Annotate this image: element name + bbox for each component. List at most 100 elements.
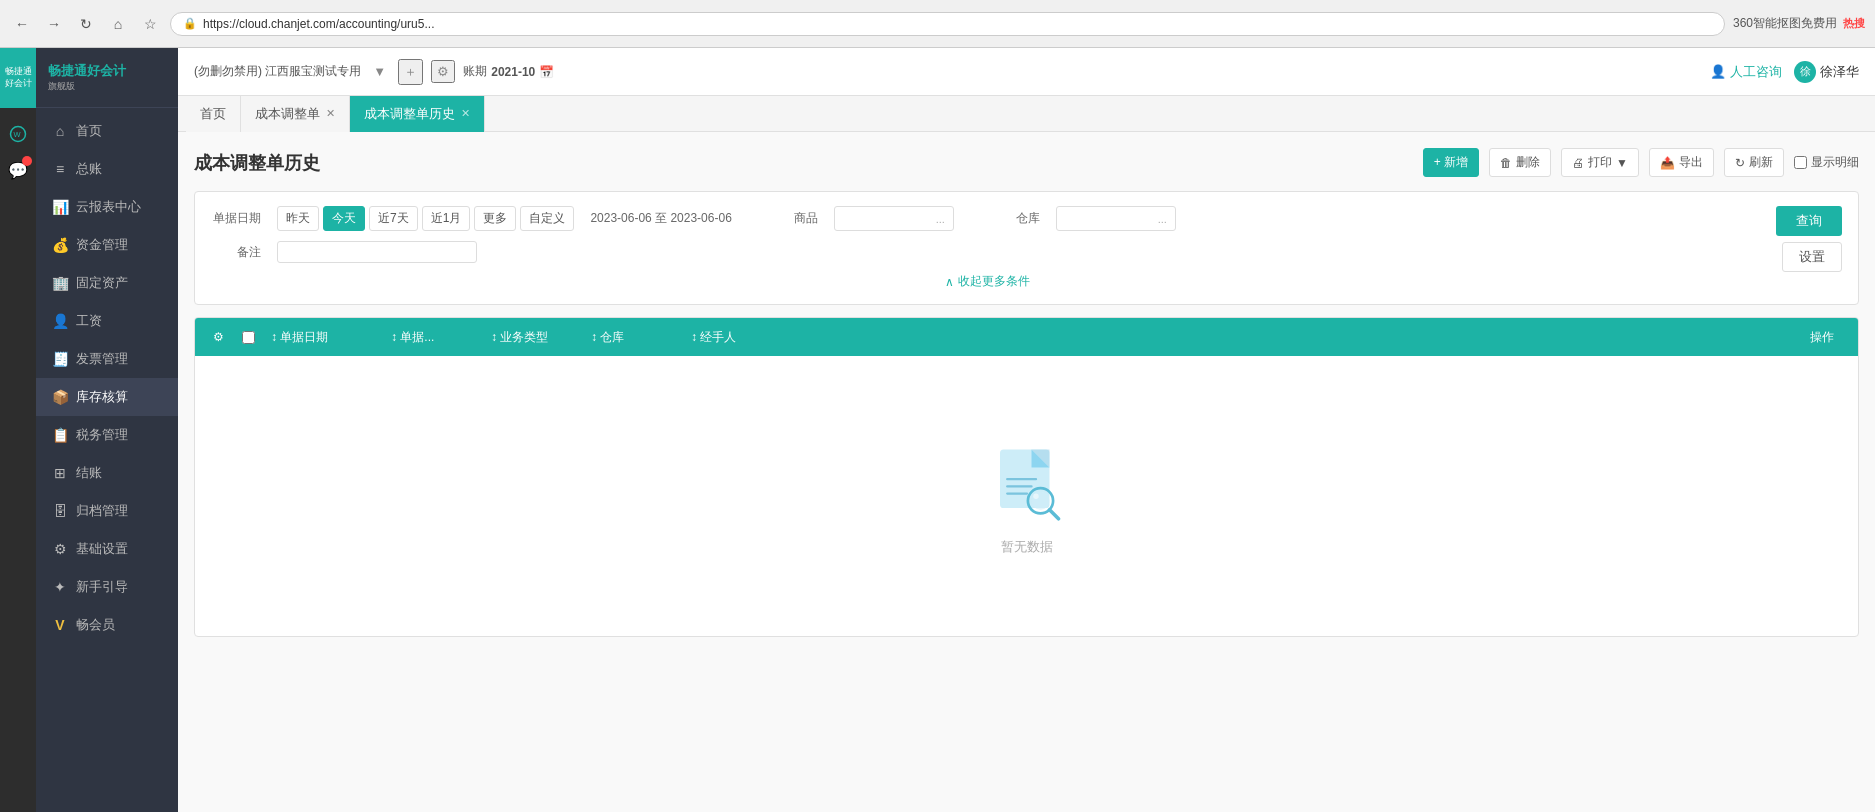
chat-badge	[22, 156, 32, 166]
sidebar-item-tax[interactable]: 📋 税务管理	[36, 416, 178, 454]
sidebar-item-member[interactable]: V 畅会员	[36, 606, 178, 644]
export-button[interactable]: 📤 导出	[1649, 148, 1714, 177]
filter-left: 单据日期 昨天 今天 近7天 近1月 更多 自定义 2023-06-06 至 2…	[211, 206, 1764, 290]
table-settings-icon[interactable]: ⚙	[203, 330, 233, 344]
th-operator-label: ↕ 经手人	[691, 329, 736, 346]
print-icon: 🖨	[1572, 156, 1584, 170]
inventory-icon: 📦	[52, 389, 68, 405]
th-operator[interactable]: ↕ 经手人	[683, 329, 803, 346]
sidebar-item-fixed-assets[interactable]: 🏢 固定资产	[36, 264, 178, 302]
collapse-btn[interactable]: ∧ 收起更多条件	[945, 273, 1030, 290]
warehouse-filter-label: 仓库	[990, 210, 1040, 227]
sidebar-label-inventory: 库存核算	[76, 388, 128, 406]
back-button[interactable]: ←	[10, 12, 34, 36]
sidebar-item-funds[interactable]: 💰 资金管理	[36, 226, 178, 264]
warehouse-dropdown[interactable]: ...	[1056, 206, 1176, 231]
page-area: 成本调整单历史 + 新增 🗑 删除 🖨 打印 ▼ 📤 导出	[178, 132, 1875, 812]
sidebar-item-invoice[interactable]: 🧾 发票管理	[36, 340, 178, 378]
th-warehouse[interactable]: ↕ 仓库	[583, 329, 683, 346]
print-button[interactable]: 🖨 打印 ▼	[1561, 148, 1639, 177]
th-type[interactable]: ↕ 业务类型	[483, 329, 583, 346]
sidebar-item-close-books[interactable]: ⊞ 结账	[36, 454, 178, 492]
note-filter-label: 备注	[211, 244, 261, 261]
bookmark-button[interactable]: ☆	[138, 12, 162, 36]
tax-icon: 📋	[52, 427, 68, 443]
sidebar-item-inventory[interactable]: 📦 库存核算	[36, 378, 178, 416]
tab-home-label: 首页	[200, 105, 226, 123]
add-company-button[interactable]: ＋	[398, 59, 423, 85]
sidebar-item-settings[interactable]: ⚙ 基础设置	[36, 530, 178, 568]
date-btn-more[interactable]: 更多	[474, 206, 516, 231]
forward-button[interactable]: →	[42, 12, 66, 36]
sidebar-item-reports[interactable]: 📊 云报表中心	[36, 188, 178, 226]
collapse-icon: ∧	[945, 275, 954, 289]
date-btn-1month[interactable]: 近1月	[422, 206, 471, 231]
iconbar-weibo[interactable]: W	[0, 116, 36, 152]
tab-cost-adjust-history[interactable]: 成本调整单历史 ✕	[350, 96, 485, 132]
sidebar-label-guide: 新手引导	[76, 578, 128, 596]
th-action-label: 操作	[1810, 329, 1834, 346]
page-title: 成本调整单历史	[194, 151, 320, 175]
tab-cost-adjust[interactable]: 成本调整单 ✕	[241, 96, 350, 132]
home-button[interactable]: ⌂	[106, 12, 130, 36]
company-dropdown-icon[interactable]: ▼	[369, 62, 390, 81]
sidebar-label-archive: 归档管理	[76, 502, 128, 520]
delete-button[interactable]: 🗑 删除	[1489, 148, 1551, 177]
th-doc[interactable]: ↕ 单据...	[383, 329, 483, 346]
tab-cost-adjust-history-close[interactable]: ✕	[461, 107, 470, 120]
th-warehouse-label: ↕ 仓库	[591, 329, 624, 346]
tab-cost-adjust-close[interactable]: ✕	[326, 107, 335, 120]
browser-tools: 360智能抠图免费用 热搜	[1733, 15, 1865, 32]
search-text: 360智能抠图免费用	[1733, 15, 1837, 32]
user-service-btn[interactable]: 👤 人工咨询	[1710, 63, 1782, 81]
date-btn-yesterday[interactable]: 昨天	[277, 206, 319, 231]
sidebar-item-home[interactable]: ⌂ 首页	[36, 112, 178, 150]
empty-text: 暂无数据	[1001, 538, 1053, 556]
sidebar-item-archive[interactable]: 🗄 归档管理	[36, 492, 178, 530]
query-button[interactable]: 查询	[1776, 206, 1842, 236]
tab-home[interactable]: 首页	[186, 96, 241, 132]
goods-dropdown[interactable]: ...	[834, 206, 954, 231]
refresh-button[interactable]: ↻	[74, 12, 98, 36]
new-button[interactable]: + 新增	[1423, 148, 1479, 177]
note-input[interactable]	[277, 241, 477, 263]
sidebar-label-home: 首页	[76, 122, 102, 140]
sidebar-item-payroll[interactable]: 👤 工资	[36, 302, 178, 340]
filter-settings-button[interactable]: 设置	[1782, 242, 1842, 272]
svg-text:W: W	[14, 130, 22, 139]
date-btn-today[interactable]: 今天	[323, 206, 365, 231]
filter-section: 单据日期 昨天 今天 近7天 近1月 更多 自定义 2023-06-06 至 2…	[211, 206, 1842, 290]
user-name-btn[interactable]: 徐 徐泽华	[1794, 61, 1859, 83]
address-bar[interactable]: 🔒 https://cloud.chanjet.com/accounting/u…	[170, 12, 1725, 36]
ledger-icon: ≡	[52, 161, 68, 177]
filter-right-btns: 查询 设置	[1776, 206, 1842, 290]
sidebar-item-ledger[interactable]: ≡ 总账	[36, 150, 178, 188]
show-bright-checkbox[interactable]: 显示明细	[1794, 154, 1859, 171]
th-date[interactable]: ↕ 单据日期	[263, 329, 383, 346]
date-btn-7days[interactable]: 近7天	[369, 206, 418, 231]
th-type-label: ↕ 业务类型	[491, 329, 548, 346]
settings-gear-icon[interactable]: ⚙	[431, 60, 455, 83]
page-title-bar: 成本调整单历史 + 新增 🗑 删除 🖨 打印 ▼ 📤 导出	[194, 148, 1859, 177]
url-text: https://cloud.chanjet.com/accounting/uru…	[203, 17, 434, 31]
calendar-icon[interactable]: 📅	[539, 65, 554, 79]
sidebar: 畅捷通好会计 旗舰版 ⌂ 首页 ≡ 总账 📊 云报表中心 💰 资金管理 🏢	[36, 48, 178, 812]
date-filter-label: 单据日期	[211, 210, 261, 227]
payroll-icon: 👤	[52, 313, 68, 329]
sidebar-logo-text: 畅捷通好会计	[48, 62, 126, 80]
show-bright-label: 显示明细	[1811, 154, 1859, 171]
date-btn-custom[interactable]: 自定义	[520, 206, 574, 231]
date-range-display: 2023-06-06 至 2023-06-06	[590, 210, 731, 227]
iconbar-chat[interactable]: 💬	[0, 152, 36, 188]
browser-chrome: ← → ↻ ⌂ ☆ 🔒 https://cloud.chanjet.com/ac…	[0, 0, 1875, 48]
refresh-button[interactable]: ↻ 刷新	[1724, 148, 1784, 177]
sidebar-label-tax: 税务管理	[76, 426, 128, 444]
sidebar-item-guide[interactable]: ✦ 新手引导	[36, 568, 178, 606]
svg-point-11	[1033, 494, 1038, 499]
select-all-checkbox[interactable]	[242, 331, 255, 344]
refresh-icon: ↻	[1735, 156, 1745, 170]
lock-icon: 🔒	[183, 17, 197, 30]
table-select-all[interactable]	[233, 331, 263, 344]
top-header-right: 👤 人工咨询 徐 徐泽华	[1710, 61, 1859, 83]
show-bright-input[interactable]	[1794, 156, 1807, 169]
